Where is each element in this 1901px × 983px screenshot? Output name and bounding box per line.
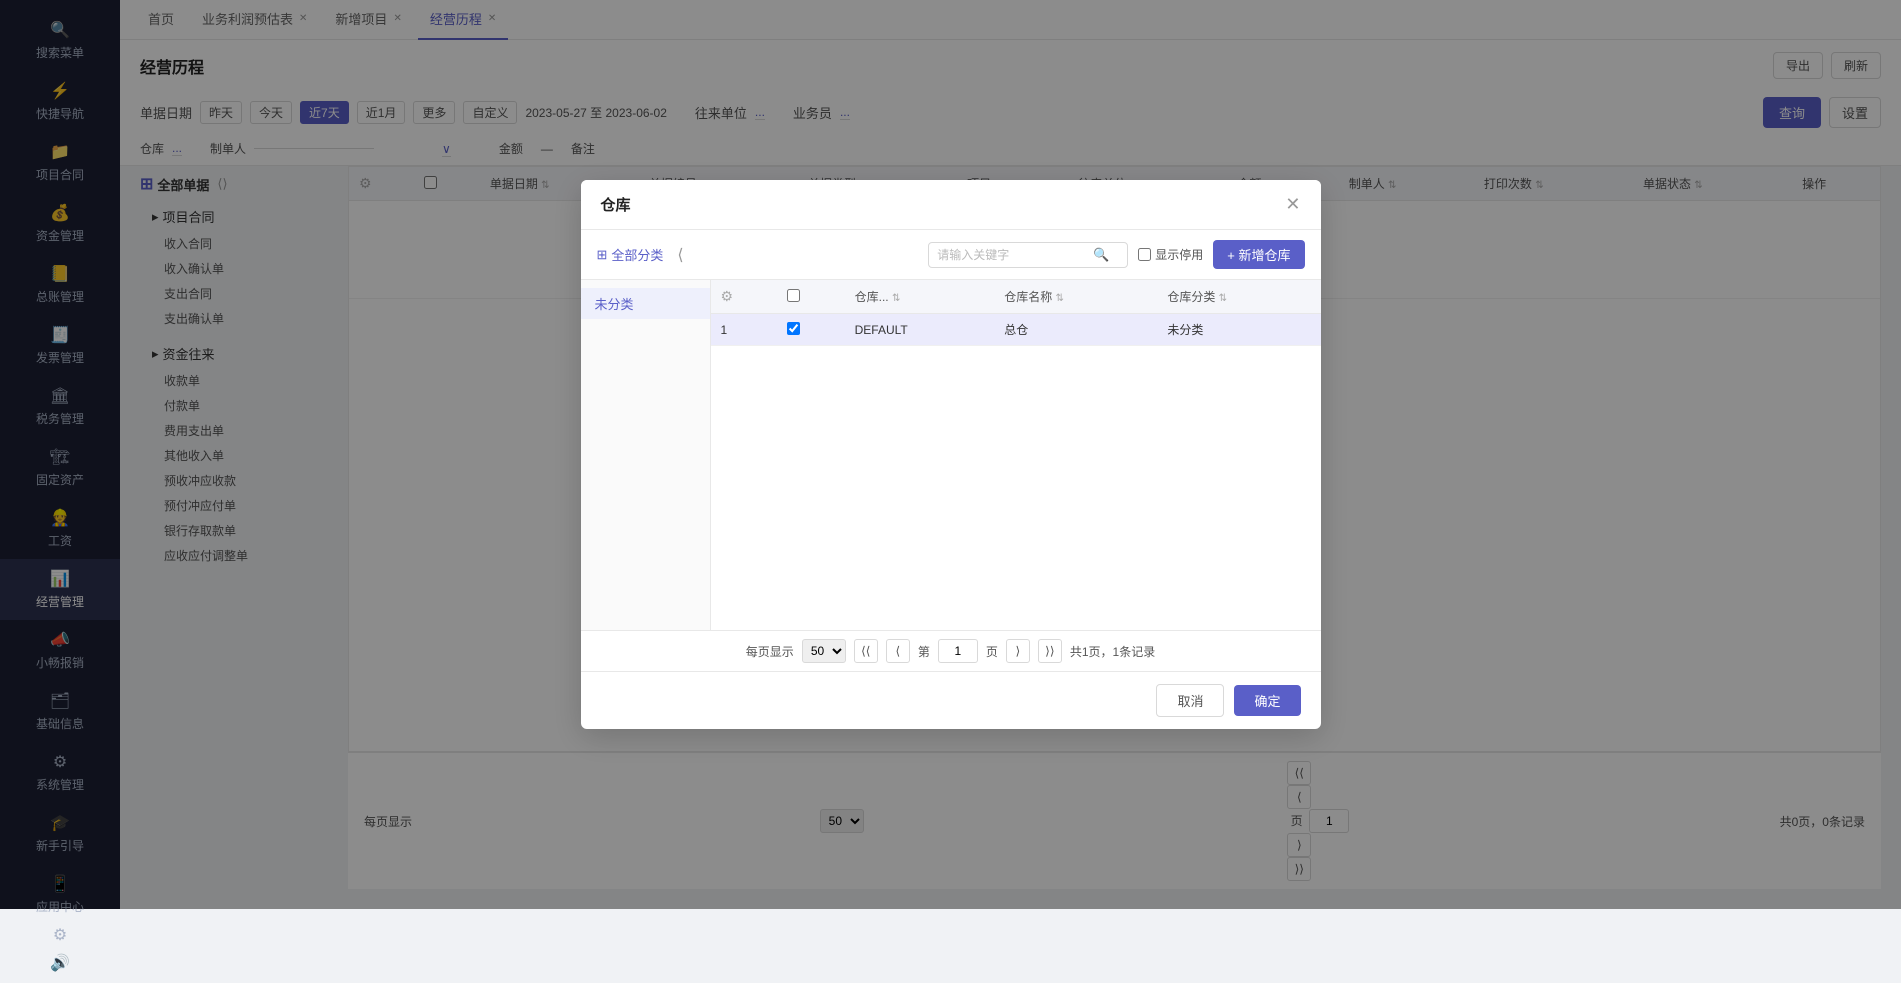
modal-cancel-button[interactable]: 取消: [1156, 684, 1224, 717]
warehouse-modal: 仓库 ✕ ⊞ 全部分类 ⟨ 🔍 显示停用 + 新: [581, 180, 1321, 729]
wh-col-code[interactable]: 仓库... ⇅: [845, 280, 995, 314]
modal-page-suffix: 页: [986, 643, 998, 660]
modal-search-input[interactable]: [937, 248, 1087, 262]
settings-icon[interactable]: ⚙: [53, 925, 67, 945]
modal-left-nav: 未分类: [581, 280, 711, 630]
show-disabled-checkbox[interactable]: [1138, 248, 1151, 261]
wh-col-category[interactable]: 仓库分类 ⇅: [1157, 280, 1320, 314]
modal-last-page[interactable]: ⟩⟩: [1038, 639, 1062, 663]
modal-toolbar: ⊞ 全部分类 ⟨ 🔍 显示停用 + 新增仓库: [581, 230, 1321, 280]
modal-prev-page[interactable]: ⟨: [886, 639, 910, 663]
collapse-left-btn[interactable]: ⟨: [677, 245, 683, 265]
modal-toolbar-right: 🔍 显示停用 + 新增仓库: [928, 240, 1304, 269]
modal-footer: 取消 确定: [581, 671, 1321, 729]
modal-title: 仓库: [601, 194, 631, 215]
modal-header: 仓库 ✕: [581, 180, 1321, 230]
modal-right-content: ⚙ 仓库... ⇅ 仓库名称 ⇅ 仓库分类 ⇅ 1 DEFAULT 总仓: [711, 280, 1321, 630]
modal-close-button[interactable]: ✕: [1285, 194, 1300, 215]
grid-icon2: ⊞: [597, 247, 608, 263]
add-warehouse-button[interactable]: + 新增仓库: [1213, 240, 1304, 269]
modal-page-label: 第: [918, 643, 930, 660]
warehouse-row[interactable]: 1 DEFAULT 总仓 未分类: [711, 314, 1321, 346]
all-category-btn[interactable]: ⊞ 全部分类: [597, 245, 664, 264]
wh-row-check[interactable]: [787, 322, 800, 335]
modal-left-uncat[interactable]: 未分类: [581, 288, 710, 319]
sidebar-bottom: ⚙ 🔊: [50, 925, 70, 983]
modal-overlay: 仓库 ✕ ⊞ 全部分类 ⟨ 🔍 显示停用 + 新: [0, 0, 1901, 909]
modal-body: 未分类 ⚙ 仓库... ⇅ 仓库名称 ⇅ 仓库分类 ⇅: [581, 280, 1321, 630]
modal-first-page[interactable]: ⟨⟨: [854, 639, 878, 663]
wh-col-settings[interactable]: ⚙: [711, 280, 778, 314]
wh-row-code: DEFAULT: [845, 314, 995, 346]
modal-pagination: 每页显示 50 ⟨⟨ ⟨ 第 页 ⟩ ⟩⟩ 共1页，1条记录: [581, 630, 1321, 671]
wh-row-category: 未分类: [1157, 314, 1320, 346]
wh-col-name[interactable]: 仓库名称 ⇅: [994, 280, 1157, 314]
modal-per-page-select[interactable]: 50: [802, 639, 846, 663]
modal-search-box: 🔍: [928, 242, 1128, 268]
wh-col-checkbox[interactable]: [777, 280, 845, 314]
modal-total-info: 共1页，1条记录: [1070, 643, 1155, 660]
modal-page-input[interactable]: [938, 639, 978, 663]
volume-icon[interactable]: 🔊: [50, 953, 70, 973]
wh-select-all[interactable]: [787, 289, 800, 302]
modal-toolbar-left: ⊞ 全部分类 ⟨: [597, 245, 684, 265]
search-icon2: 🔍: [1093, 247, 1109, 263]
wh-row-name: 总仓: [994, 314, 1157, 346]
modal-per-page-label: 每页显示: [746, 643, 794, 660]
wh-row-checkbox[interactable]: [777, 314, 845, 346]
show-disabled-label[interactable]: 显示停用: [1138, 246, 1203, 263]
modal-confirm-button[interactable]: 确定: [1234, 685, 1300, 716]
modal-next-page[interactable]: ⟩: [1006, 639, 1030, 663]
warehouse-table: ⚙ 仓库... ⇅ 仓库名称 ⇅ 仓库分类 ⇅ 1 DEFAULT 总仓: [711, 280, 1321, 346]
wh-row-num: 1: [711, 314, 778, 346]
